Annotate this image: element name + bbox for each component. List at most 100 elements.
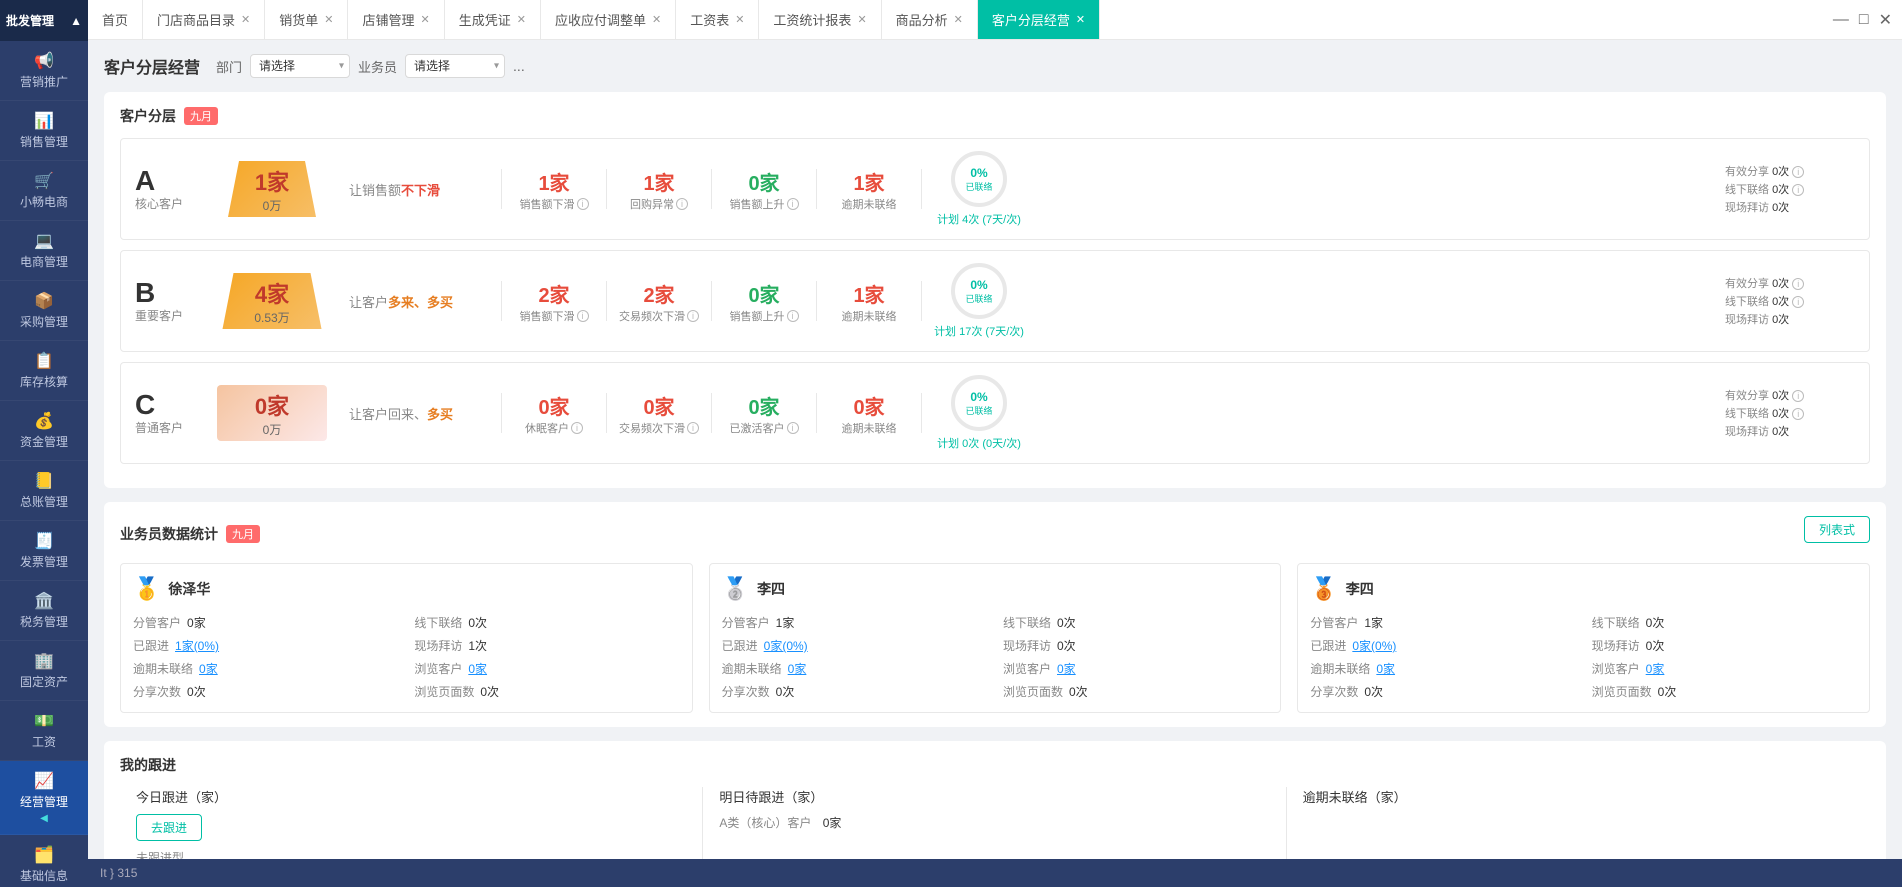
tab-close-icon[interactable]: ✕ xyxy=(652,13,661,26)
tier-a-stat2[interactable]: 1家 回购异常 i xyxy=(619,167,699,212)
tier-a-name: 核心客户 xyxy=(135,195,205,212)
sidebar-item-ecom-small[interactable]: 🛒 小畅电商 xyxy=(0,161,88,221)
assets-icon: 🏢 xyxy=(4,651,84,671)
sidebar-item-base[interactable]: 🗂️ 基础信息 xyxy=(0,835,88,887)
tab-close-icon[interactable]: ✕ xyxy=(517,13,526,26)
tab-payroll[interactable]: 工资表 ✕ xyxy=(676,0,759,39)
tab-store-products[interactable]: 门店商品目录 ✕ xyxy=(143,0,265,39)
sidebar-item-finance[interactable]: 💰 资金管理 xyxy=(0,401,88,461)
person-0-stat-6: 分享次数 0次 xyxy=(133,683,398,700)
sidebar-item-purchase[interactable]: 📦 采购管理 xyxy=(0,281,88,341)
sidebar-item-inventory[interactable]: 📋 库存核算 xyxy=(0,341,88,401)
filter-more-icon[interactable]: ... xyxy=(513,58,525,74)
tier-a-right-stats: 有效分享 0次 i 线下联络 0次 i 现场拜访 0次 xyxy=(1725,163,1855,215)
tier-b-stat2-label: 交易频次下滑 i xyxy=(619,308,699,324)
tier-b-stat1[interactable]: 2家 销售额下滑 i xyxy=(514,279,594,324)
tier-c-right-stats: 有效分享 0次 i 线下联络 0次 i 现场拜访 0次 xyxy=(1725,387,1855,439)
sidebar-item-sales[interactable]: 📊 销售管理 xyxy=(0,101,88,161)
tier-b-stat2[interactable]: 2家 交易频次下滑 i xyxy=(619,279,699,324)
list-view-button[interactable]: 列表式 xyxy=(1804,516,1870,543)
divider xyxy=(711,281,712,321)
sidebar-item-tax[interactable]: 🏛️ 税务管理 xyxy=(0,581,88,641)
tab-minimize-icon[interactable]: — xyxy=(1833,11,1849,29)
invoice-icon: 🧾 xyxy=(4,531,84,551)
tab-close-icon[interactable]: ✕ xyxy=(954,13,963,26)
customer-tier-title: 客户分层 xyxy=(120,106,176,126)
sidebar-header: 批发管理 ▲ xyxy=(0,0,88,41)
tier-b-count: 4家 0.53万 xyxy=(217,273,337,329)
dept-select[interactable]: 请选择 xyxy=(250,54,350,78)
person-1-medal: 🥈 xyxy=(722,576,749,602)
divider xyxy=(816,281,817,321)
tier-c-stat2[interactable]: 0家 交易频次下滑 i xyxy=(619,391,699,436)
tier-a-letter: A xyxy=(135,167,205,195)
sidebar: 批发管理 ▲ 📢 营销推广 📊 销售管理 🛒 小畅电商 💻 电商管理 📦 采购管… xyxy=(0,0,88,887)
tier-c-big-num: 0家 xyxy=(255,389,289,421)
tier-c-right-stat2: 线下联络 0次 i xyxy=(1725,405,1855,421)
tab-close-icon[interactable]: ✕ xyxy=(735,13,744,26)
tab-close-icon[interactable]: ✕ xyxy=(1076,13,1085,26)
status-text: It } 315 xyxy=(100,866,137,880)
inventory-icon: 📋 xyxy=(4,351,84,371)
business-grid: 🥇 徐泽华 分管客户 0家 线下联络 0次 已跟进 xyxy=(120,563,1870,713)
tier-b-stat3[interactable]: 0家 销售额上升 i xyxy=(724,279,804,324)
person-1-stat-6: 分享次数 0次 xyxy=(722,683,987,700)
tier-row-a: A 核心客户 1家 0万 让销售额不下滑 1家 销售额下滑 xyxy=(120,138,1870,240)
sidebar-title: 批发管理 xyxy=(6,12,54,29)
sidebar-item-invoice[interactable]: 🧾 发票管理 xyxy=(0,521,88,581)
tier-c-stat1[interactable]: 0家 休眠客户 i xyxy=(514,391,594,436)
tab-close-icon[interactable]: ✕ xyxy=(241,13,250,26)
sidebar-item-label: 固定资产 xyxy=(4,673,84,690)
tier-a-stat4-num: 1家 xyxy=(853,167,884,196)
tab-shop-manage[interactable]: 店铺管理 ✕ xyxy=(348,0,444,39)
tab-restore-icon[interactable]: □ xyxy=(1859,11,1869,29)
sales-select[interactable]: 请选择 xyxy=(405,54,505,78)
tab-close-all-icon[interactable]: ✕ xyxy=(1879,10,1892,30)
tier-c-stat2-label: 交易频次下滑 i xyxy=(619,420,699,436)
tab-close-icon[interactable]: ✕ xyxy=(421,13,430,26)
main-area: 首页 门店商品目录 ✕ 销货单 ✕ 店铺管理 ✕ 生成凭证 ✕ 应收应付调整单 … xyxy=(88,0,1902,887)
content-area: 客户分层经营 部门 请选择 业务员 请选择 ... 客 xyxy=(88,40,1902,859)
sidebar-item-management[interactable]: 📈 经营管理 ◀ xyxy=(0,761,88,835)
tier-c-stat4[interactable]: 0家 逾期未联络 xyxy=(829,391,909,436)
tier-b-stat4[interactable]: 1家 逾期未联络 xyxy=(829,279,909,324)
person-1-stat-3: 现场拜访 0次 xyxy=(1003,637,1268,654)
tier-a-stat3[interactable]: 0家 销售额上升 i xyxy=(724,167,804,212)
tab-home[interactable]: 首页 xyxy=(88,0,143,39)
sidebar-item-assets[interactable]: 🏢 固定资产 xyxy=(0,641,88,701)
tier-a-stat1[interactable]: 1家 销售额下滑 i xyxy=(514,167,594,212)
tier-a-circle-pct: 0% xyxy=(970,166,987,180)
tab-customer-tier[interactable]: 客户分层经营 ✕ xyxy=(978,0,1100,39)
tier-a-big-num: 1家 xyxy=(255,165,289,197)
person-1-stat-5: 浏览客户 0家 xyxy=(1003,660,1268,677)
divider xyxy=(501,281,502,321)
sidebar-item-label: 工资 xyxy=(4,733,84,750)
tab-payroll-report[interactable]: 工资统计报表 ✕ xyxy=(759,0,881,39)
tab-voucher[interactable]: 生成凭证 ✕ xyxy=(445,0,541,39)
dept-select-wrapper: 请选择 xyxy=(250,54,350,78)
sidebar-item-payroll[interactable]: 💵 工资 xyxy=(0,701,88,761)
sidebar-item-ledger[interactable]: 📒 总账管理 xyxy=(0,461,88,521)
tab-ar-adjust[interactable]: 应收应付调整单 ✕ xyxy=(541,0,676,39)
followup-col-2-title: 逾期未联络（家） xyxy=(1303,787,1854,806)
tier-c-stat3-num: 0家 xyxy=(748,391,779,420)
tab-close-icon[interactable]: ✕ xyxy=(857,13,866,26)
sidebar-item-ecom[interactable]: 💻 电商管理 xyxy=(0,221,88,281)
tab-close-icon[interactable]: ✕ xyxy=(324,13,333,26)
tier-a-stat4[interactable]: 1家 逾期未联络 xyxy=(829,167,909,212)
sales-label: 业务员 xyxy=(358,57,397,76)
sidebar-collapse-icon[interactable]: ▲ xyxy=(70,14,82,28)
sales-select-wrapper: 请选择 xyxy=(405,54,505,78)
tier-c-stat3[interactable]: 0家 已激活客户 i xyxy=(724,391,804,436)
tab-sales-order[interactable]: 销货单 ✕ xyxy=(265,0,348,39)
tab-goods-analysis[interactable]: 商品分析 ✕ xyxy=(882,0,978,39)
info-icon: i xyxy=(687,422,699,434)
info-icon: i xyxy=(1792,166,1804,178)
info-icon: i xyxy=(571,422,583,434)
goto-followup-button[interactable]: 去跟进 xyxy=(136,814,202,841)
sidebar-item-label: 发票管理 xyxy=(4,553,84,570)
tier-a-stat2-num: 1家 xyxy=(643,167,674,196)
dept-label: 部门 xyxy=(216,57,242,76)
person-0-stat-5: 浏览客户 0家 xyxy=(414,660,679,677)
sidebar-item-marketing[interactable]: 📢 营销推广 xyxy=(0,41,88,101)
